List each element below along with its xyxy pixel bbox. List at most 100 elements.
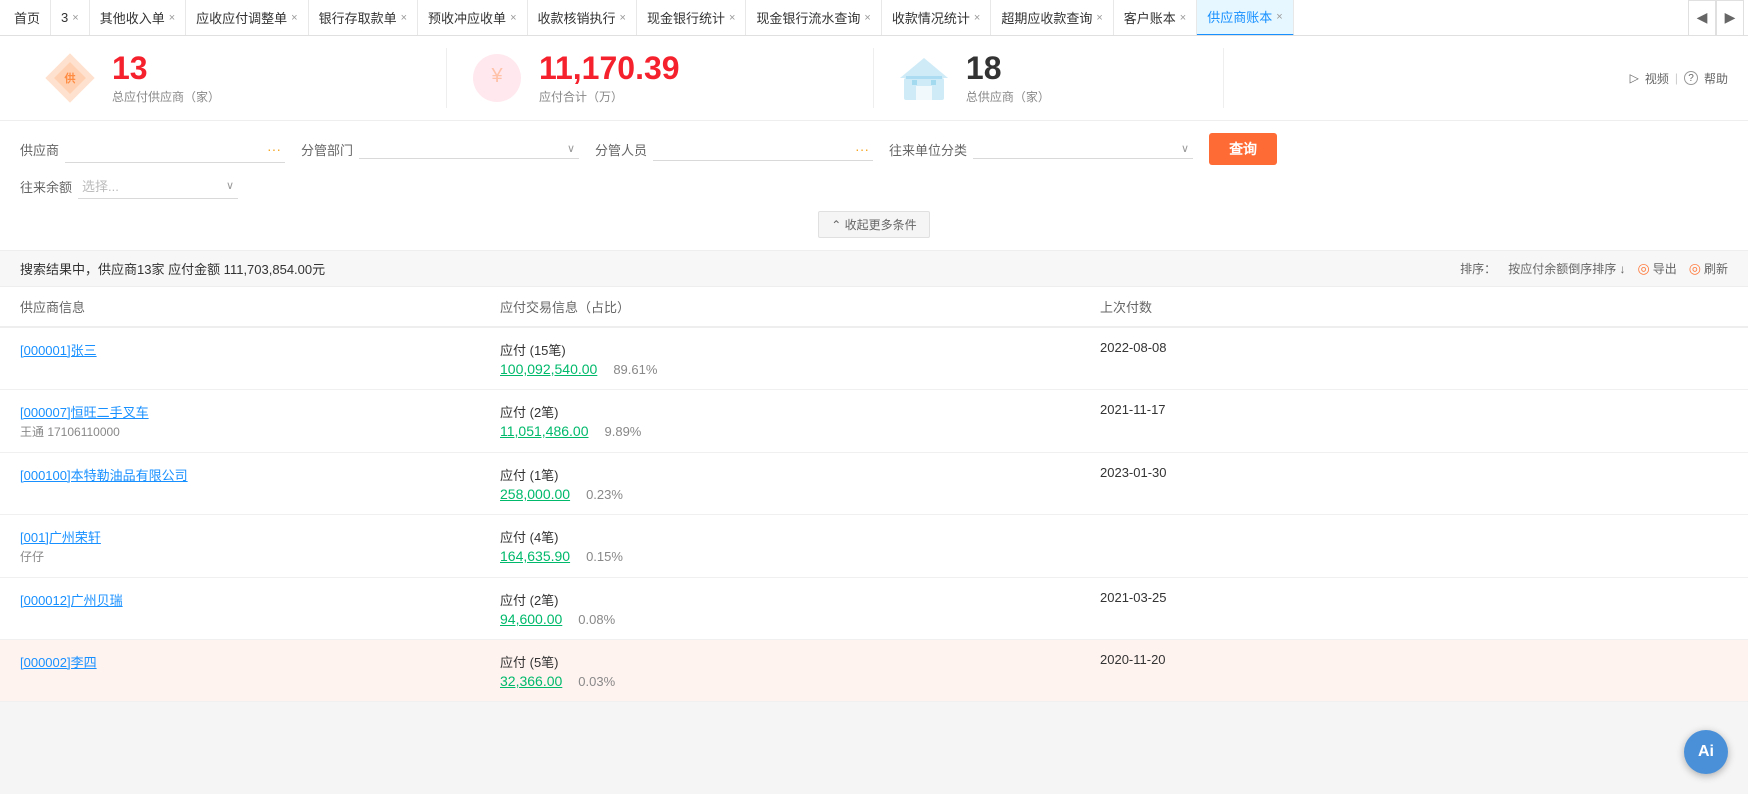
trans-amount-3[interactable]: 258,000.00 <box>500 486 570 502</box>
close-tab-other-income[interactable]: × <box>169 12 175 24</box>
supplier-info-1: [000001]张三 <box>20 340 500 359</box>
supplier-dots-icon[interactable]: ··· <box>267 141 281 157</box>
close-tab-receipt-exec[interactable]: × <box>620 12 626 24</box>
nav-tab-other-income[interactable]: 其他收入单 × <box>90 0 186 36</box>
nav-tab-prepay-ar[interactable]: 预收冲应收单 × <box>418 0 527 36</box>
table-row: [000007]恒旺二手叉车 王通 17106110000 应付 (2笔) 11… <box>0 390 1748 453</box>
supplier-info-3: [000100]本特勒油品有限公司 <box>20 465 500 484</box>
close-tab-ar-ap-adjust[interactable]: × <box>291 12 297 24</box>
supplier-link-2[interactable]: [000007]恒旺二手叉车 <box>20 405 149 420</box>
person-input[interactable] <box>657 141 855 156</box>
transaction-info-3: 应付 (1笔) 258,000.00 0.23% <box>500 465 1100 502</box>
trans-amount-6[interactable]: 32,366.00 <box>500 673 562 689</box>
stat-number-payable-suppliers: 13 <box>112 51 220 86</box>
trans-amount-1[interactable]: 100,092,540.00 <box>500 361 597 377</box>
person-dots-icon[interactable]: ··· <box>855 141 869 157</box>
dept-dropdown-icon[interactable]: ∨ <box>567 142 575 155</box>
supplier-name-3: [000100]本特勒油品有限公司 <box>20 465 500 484</box>
transaction-info-1: 应付 (15笔) 100,092,540.00 89.61% <box>500 340 1100 377</box>
table-row: [000001]张三 应付 (15笔) 100,092,540.00 89.61… <box>0 328 1748 390</box>
sort-link[interactable]: 按应付余额倒序排序 ↓ <box>1508 260 1625 277</box>
top-right-links: ▷ 视频 | ? 帮助 <box>1610 70 1728 87</box>
supplier-sub-4: 仔仔 <box>20 548 500 565</box>
trans-row-6: 32,366.00 0.03% <box>500 673 1100 689</box>
close-tab-overdue-ar[interactable]: × <box>1096 12 1102 24</box>
trans-pct-4: 0.15% <box>586 549 623 564</box>
close-tab-customer-ledger[interactable]: × <box>1180 12 1186 24</box>
svg-text:供: 供 <box>64 71 76 85</box>
trans-amount-2[interactable]: 11,051,486.00 <box>500 423 589 439</box>
nav-tab-home[interactable]: 首页 <box>4 0 51 36</box>
nav-tab-overdue-ar[interactable]: 超期应收款查询 × <box>991 0 1113 36</box>
supplier-link-1[interactable]: [000001]张三 <box>20 343 97 358</box>
nav-tab-cash-query[interactable]: 现金银行流水查询 × <box>746 0 881 36</box>
trans-label-1: 应付 (15笔) <box>500 340 1100 359</box>
refresh-button[interactable]: ◎ 刷新 <box>1689 260 1728 277</box>
nav-tab-receipt-stats[interactable]: 收款情况统计 × <box>882 0 991 36</box>
trans-label-3: 应付 (1笔) <box>500 465 1100 484</box>
stat-number-total-suppliers: 18 <box>966 51 1050 86</box>
ai-assistant-button[interactable]: Ai <box>1684 730 1728 774</box>
nav-right-arrow[interactable]: ▶ <box>1716 0 1744 36</box>
filter-item-balance: 往来余额 选择... ∨ <box>20 173 238 199</box>
supplier-name-5: [000012]广州贝瑞 <box>20 590 500 609</box>
result-actions: 排序： 按应付余额倒序排序 ↓ ◎ 导出 ◎ 刷新 <box>1460 260 1728 277</box>
close-tab-cash-query[interactable]: × <box>864 12 870 24</box>
supplier-info-6: [000002]李四 <box>20 652 500 671</box>
supplier-link-3[interactable]: [000100]本特勒油品有限公司 <box>20 468 188 483</box>
help-icon: ? <box>1684 71 1698 85</box>
supplier-input[interactable] <box>69 138 267 159</box>
nav-tab-3[interactable]: 3 × <box>51 0 90 36</box>
svg-text:¥: ¥ <box>490 65 503 87</box>
supplier-link-4[interactable]: [001]广州荣轩 <box>20 530 101 545</box>
close-tab-receipt-stats[interactable]: × <box>974 12 980 24</box>
video-link[interactable]: 视频 <box>1645 70 1669 87</box>
nav-tab-ar-ap-adjust[interactable]: 应收应付调整单 × <box>186 0 308 36</box>
trans-amount-5[interactable]: 94,600.00 <box>500 611 562 627</box>
col-header-transaction: 应付交易信息（占比） <box>500 297 1100 316</box>
export-button[interactable]: ◎ 导出 <box>1638 260 1677 277</box>
trans-pct-5: 0.08% <box>578 612 615 627</box>
supplier-name-6: [000002]李四 <box>20 652 500 671</box>
query-button[interactable]: 查询 <box>1209 133 1277 165</box>
close-tab-prepay-ar[interactable]: × <box>510 12 516 24</box>
close-tab-3[interactable]: × <box>72 12 78 24</box>
table-row: [000002]李四 应付 (5笔) 32,366.00 0.03% 2020-… <box>0 640 1748 702</box>
help-link[interactable]: 帮助 <box>1704 70 1728 87</box>
video-icon: ▷ <box>1630 71 1639 85</box>
close-tab-bank-deposit[interactable]: × <box>401 12 407 24</box>
supplier-link-5[interactable]: [000012]广州贝瑞 <box>20 593 123 608</box>
unit-class-dropdown-icon[interactable]: ∨ <box>1181 142 1189 155</box>
top-navigation: 首页 3 × 其他收入单 × 应收应付调整单 × 银行存取款单 × 预收冲应收单… <box>0 0 1748 36</box>
nav-tab-customer-ledger[interactable]: 客户账本 × <box>1114 0 1197 36</box>
balance-value: 选择... <box>82 176 226 195</box>
collapse-button[interactable]: ⌃ 收起更多条件 <box>818 211 929 238</box>
nav-tab-cash-stats[interactable]: 现金银行统计 × <box>637 0 746 36</box>
trans-row-5: 94,600.00 0.08% <box>500 611 1100 627</box>
stat-icon-1: 供 <box>40 48 100 108</box>
refresh-label: 刷新 <box>1704 260 1728 277</box>
close-tab-cash-stats[interactable]: × <box>729 12 735 24</box>
filter-row-2: 往来余额 选择... ∨ <box>20 173 1728 199</box>
table-header: 供应商信息 应付交易信息（占比） 上次付数 <box>0 287 1748 328</box>
balance-dropdown-icon[interactable]: ∨ <box>226 179 234 192</box>
supplier-link-6[interactable]: [000002]李四 <box>20 655 97 670</box>
balance-label: 往来余额 <box>20 177 72 196</box>
trans-row-2: 11,051,486.00 9.89% <box>500 423 1100 439</box>
transaction-info-6: 应付 (5笔) 32,366.00 0.03% <box>500 652 1100 689</box>
transaction-info-2: 应付 (2笔) 11,051,486.00 9.89% <box>500 402 1100 439</box>
supplier-name-1: [000001]张三 <box>20 340 500 359</box>
nav-tab-receipt-exec[interactable]: 收款核销执行 × <box>528 0 637 36</box>
stat-block-total-suppliers: 18 总供应商（家） <box>874 48 1224 108</box>
transaction-info-5: 应付 (2笔) 94,600.00 0.08% <box>500 590 1100 627</box>
table-row: [000012]广州贝瑞 应付 (2笔) 94,600.00 0.08% 202… <box>0 578 1748 640</box>
trans-amount-4[interactable]: 164,635.90 <box>500 548 570 564</box>
close-tab-supplier-ledger[interactable]: × <box>1276 11 1282 23</box>
nav-tab-supplier-ledger[interactable]: 供应商账本 × <box>1197 0 1293 36</box>
trans-row-3: 258,000.00 0.23% <box>500 486 1100 502</box>
supplier-name-2: [000007]恒旺二手叉车 <box>20 402 500 421</box>
nav-tab-bank-deposit[interactable]: 银行存取款单 × <box>309 0 418 36</box>
filter-item-dept: 分管部门 ∨ <box>301 139 579 159</box>
stat-info-2: 11,170.39 应付合计（万） <box>539 51 680 105</box>
nav-left-arrow[interactable]: ◀ <box>1688 0 1716 36</box>
